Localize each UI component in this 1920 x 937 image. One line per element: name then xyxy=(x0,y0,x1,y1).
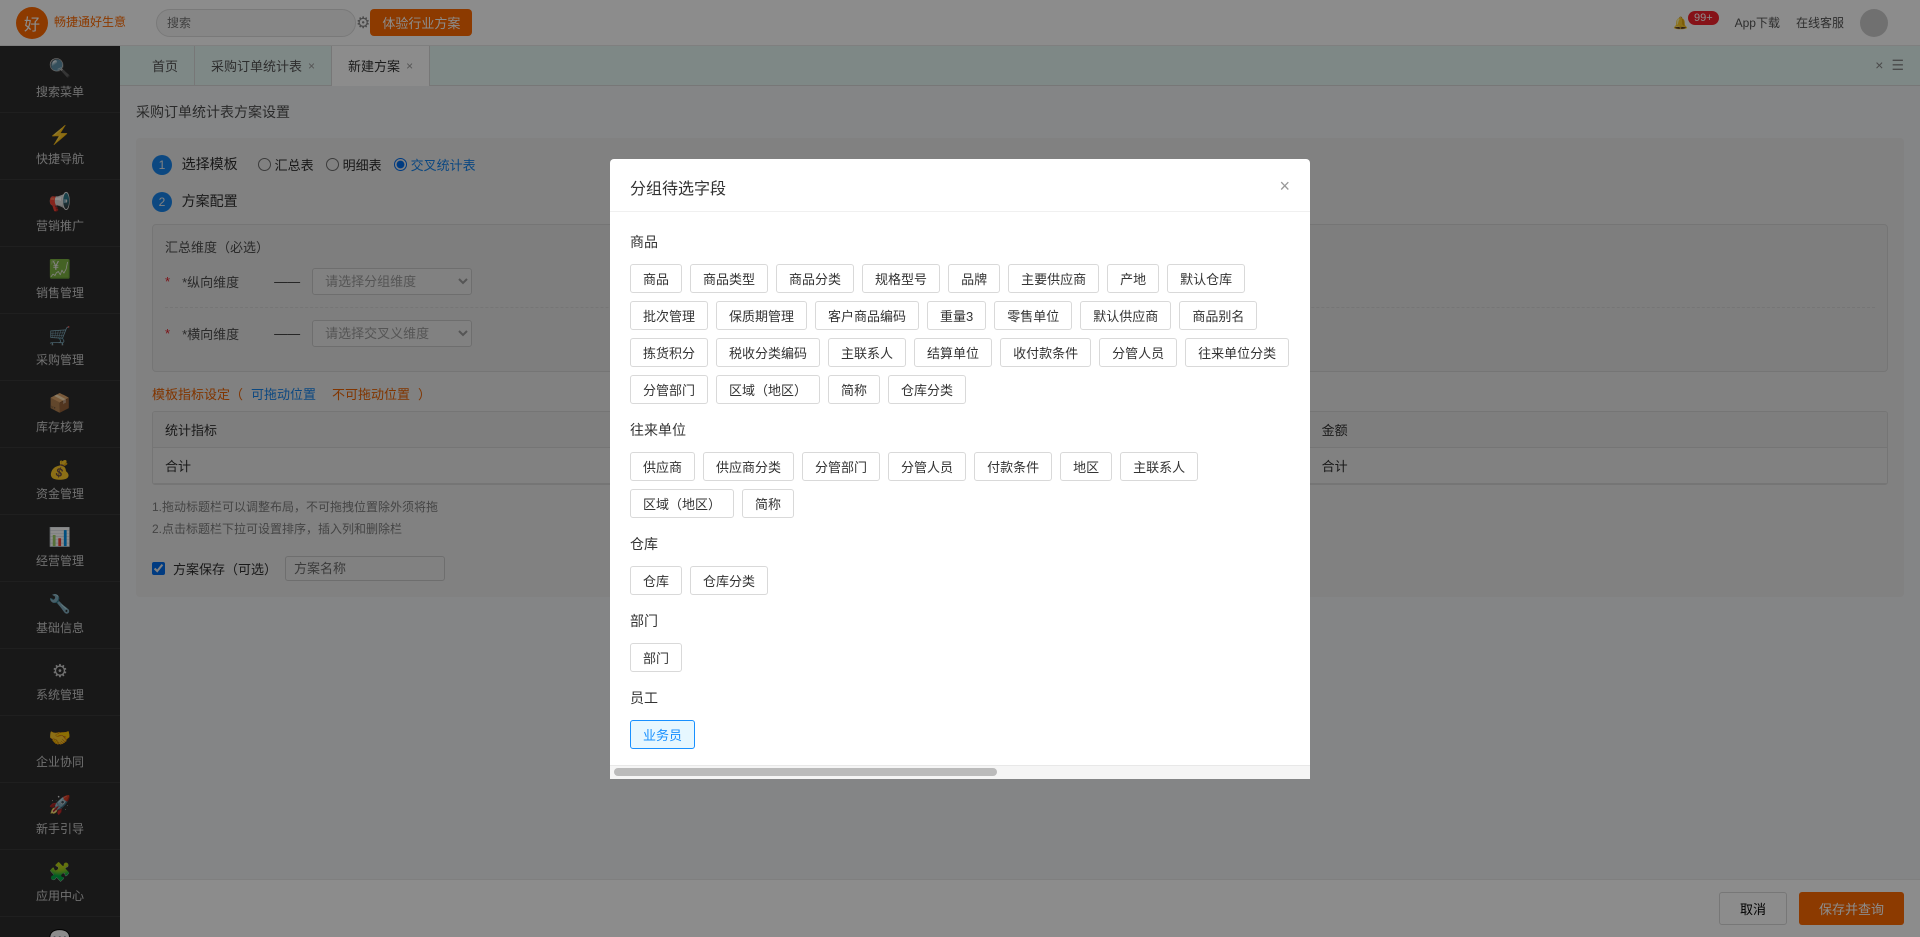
field-tag-staff[interactable]: 业务员 xyxy=(630,720,695,749)
modal-hscroll-thumb xyxy=(614,768,997,776)
field-tag[interactable]: 简称 xyxy=(828,375,880,404)
field-tag[interactable]: 区域（地区） xyxy=(716,375,820,404)
field-tag[interactable]: 分管人员 xyxy=(888,452,966,481)
field-tag[interactable]: 重量3 xyxy=(927,301,986,330)
field-tag[interactable]: 分管部门 xyxy=(630,375,708,404)
field-tag[interactable]: 商品别名 xyxy=(1179,301,1257,330)
field-grid-employee: 业务员 xyxy=(630,720,1290,749)
field-tag[interactable]: 默认仓库 xyxy=(1167,264,1245,293)
field-grid-partner: 供应商 供应商分类 分管部门 分管人员 付款条件 地区 主联系人 区域（地区） … xyxy=(630,452,1290,518)
field-tag[interactable]: 规格型号 xyxy=(862,264,940,293)
field-tag[interactable]: 产地 xyxy=(1107,264,1159,293)
field-tag[interactable]: 主要供应商 xyxy=(1008,264,1099,293)
field-tag[interactable]: 客户商品编码 xyxy=(815,301,919,330)
field-tag[interactable]: 结算单位 xyxy=(914,338,992,367)
modal-header: 分组待选字段 × xyxy=(610,159,1310,212)
field-tag[interactable]: 品牌 xyxy=(948,264,1000,293)
field-tag[interactable]: 批次管理 xyxy=(630,301,708,330)
field-tag[interactable]: 仓库 xyxy=(630,566,682,595)
field-grid-product: 商品 商品类型 商品分类 规格型号 品牌 主要供应商 产地 默认仓库 批次管理 … xyxy=(630,264,1290,404)
field-tag[interactable]: 商品 xyxy=(630,264,682,293)
field-tag[interactable]: 仓库分类 xyxy=(888,375,966,404)
field-tag[interactable]: 仓库分类 xyxy=(690,566,768,595)
modal-overlay: 分组待选字段 × 商品 商品 商品类型 商品分类 规格型号 品牌 主要供应商 产… xyxy=(0,0,1920,937)
modal-title: 分组待选字段 xyxy=(630,175,726,199)
field-tag[interactable]: 分管人员 xyxy=(1099,338,1177,367)
field-tag[interactable]: 保质期管理 xyxy=(716,301,807,330)
field-tag[interactable]: 收付款条件 xyxy=(1000,338,1091,367)
modal-body[interactable]: 商品 商品 商品类型 商品分类 规格型号 品牌 主要供应商 产地 默认仓库 批次… xyxy=(610,212,1310,765)
field-tag[interactable]: 拣货积分 xyxy=(630,338,708,367)
field-tag[interactable]: 付款条件 xyxy=(974,452,1052,481)
modal: 分组待选字段 × 商品 商品 商品类型 商品分类 规格型号 品牌 主要供应商 产… xyxy=(610,159,1310,779)
field-tag[interactable]: 默认供应商 xyxy=(1080,301,1171,330)
field-grid-warehouse: 仓库 仓库分类 xyxy=(630,566,1290,595)
field-tag[interactable]: 简称 xyxy=(742,489,794,518)
field-tag[interactable]: 区域（地区） xyxy=(630,489,734,518)
field-tag[interactable]: 地区 xyxy=(1060,452,1112,481)
section-title-product: 商品 xyxy=(630,232,1290,252)
field-tag[interactable]: 税收分类编码 xyxy=(716,338,820,367)
field-tag[interactable]: 部门 xyxy=(630,643,682,672)
field-tag[interactable]: 主联系人 xyxy=(828,338,906,367)
field-tag[interactable]: 主联系人 xyxy=(1120,452,1198,481)
field-tag[interactable]: 零售单位 xyxy=(994,301,1072,330)
modal-close-button[interactable]: × xyxy=(1279,176,1290,197)
section-title-partner: 往来单位 xyxy=(630,420,1290,440)
field-tag[interactable]: 商品类型 xyxy=(690,264,768,293)
section-title-employee: 员工 xyxy=(630,688,1290,708)
modal-hscroll[interactable] xyxy=(610,765,1310,779)
field-grid-department: 部门 xyxy=(630,643,1290,672)
section-title-warehouse: 仓库 xyxy=(630,534,1290,554)
field-tag[interactable]: 商品分类 xyxy=(776,264,854,293)
field-tag[interactable]: 供应商分类 xyxy=(703,452,794,481)
field-tag[interactable]: 供应商 xyxy=(630,452,695,481)
field-tag[interactable]: 分管部门 xyxy=(802,452,880,481)
section-title-department: 部门 xyxy=(630,611,1290,631)
field-tag[interactable]: 往来单位分类 xyxy=(1185,338,1289,367)
